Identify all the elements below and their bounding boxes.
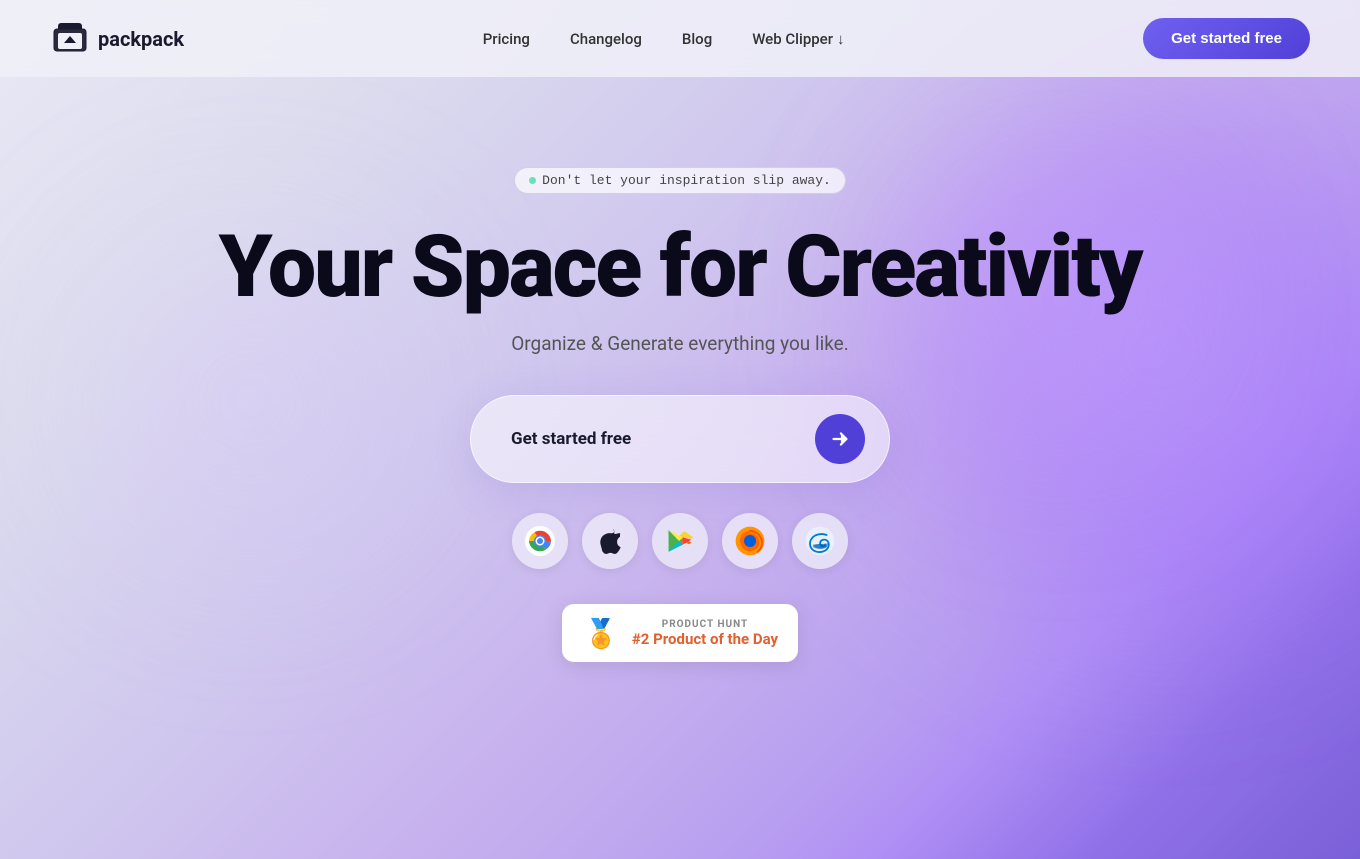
- platform-apple[interactable]: [582, 513, 638, 569]
- pricing-link[interactable]: Pricing: [483, 30, 530, 48]
- inspiration-badge: Don't let your inspiration slip away.: [514, 167, 846, 194]
- badge-text: Don't let your inspiration slip away.: [542, 173, 831, 188]
- platform-edge[interactable]: [792, 513, 848, 569]
- nav-links: Pricing Changelog Blog Web Clipper ↓: [483, 29, 845, 48]
- badge-dot: [529, 177, 536, 184]
- google-play-icon: [666, 527, 694, 555]
- logo-link[interactable]: packpack: [50, 19, 184, 59]
- edge-icon: [805, 526, 835, 556]
- ph-rank: #2 Product of the Day: [632, 630, 778, 648]
- navigation: packpack Pricing Changelog Blog Web Clip…: [0, 0, 1360, 77]
- platform-icons: [512, 513, 848, 569]
- chevron-down-icon: ↓: [837, 30, 845, 48]
- nav-item-pricing[interactable]: Pricing: [483, 29, 530, 48]
- arrow-right-icon: [829, 428, 851, 450]
- nav-item-changelog[interactable]: Changelog: [570, 29, 642, 48]
- get-started-card: Get started free: [470, 395, 890, 483]
- hero-section: Don't let your inspiration slip away. Yo…: [0, 77, 1360, 662]
- platform-google-play[interactable]: [652, 513, 708, 569]
- product-hunt-badge[interactable]: 🏅 PRODUCT HUNT #2 Product of the Day: [562, 604, 798, 662]
- product-hunt-icon: 🏅: [582, 614, 620, 652]
- web-clipper-link[interactable]: Web Clipper ↓: [752, 30, 844, 48]
- hero-subtitle: Organize & Generate everything you like.: [511, 332, 849, 355]
- platform-chrome[interactable]: [512, 513, 568, 569]
- ph-text: PRODUCT HUNT #2 Product of the Day: [632, 619, 778, 648]
- get-started-label: Get started free: [511, 429, 631, 449]
- changelog-link[interactable]: Changelog: [570, 30, 642, 48]
- nav-item-web-clipper[interactable]: Web Clipper ↓: [752, 30, 844, 48]
- apple-icon: [597, 528, 623, 554]
- logo-text: packpack: [98, 27, 184, 51]
- nav-item-blog[interactable]: Blog: [682, 29, 712, 48]
- blog-link[interactable]: Blog: [682, 30, 712, 48]
- get-started-arrow-button[interactable]: [815, 414, 865, 464]
- logo-icon: [50, 19, 90, 59]
- chrome-icon: [525, 526, 555, 556]
- ph-label: PRODUCT HUNT: [632, 619, 778, 630]
- nav-cta-button[interactable]: Get started free: [1143, 18, 1310, 59]
- platform-firefox[interactable]: [722, 513, 778, 569]
- hero-title: Your Space for Creativity: [219, 222, 1142, 312]
- firefox-icon: [735, 526, 765, 556]
